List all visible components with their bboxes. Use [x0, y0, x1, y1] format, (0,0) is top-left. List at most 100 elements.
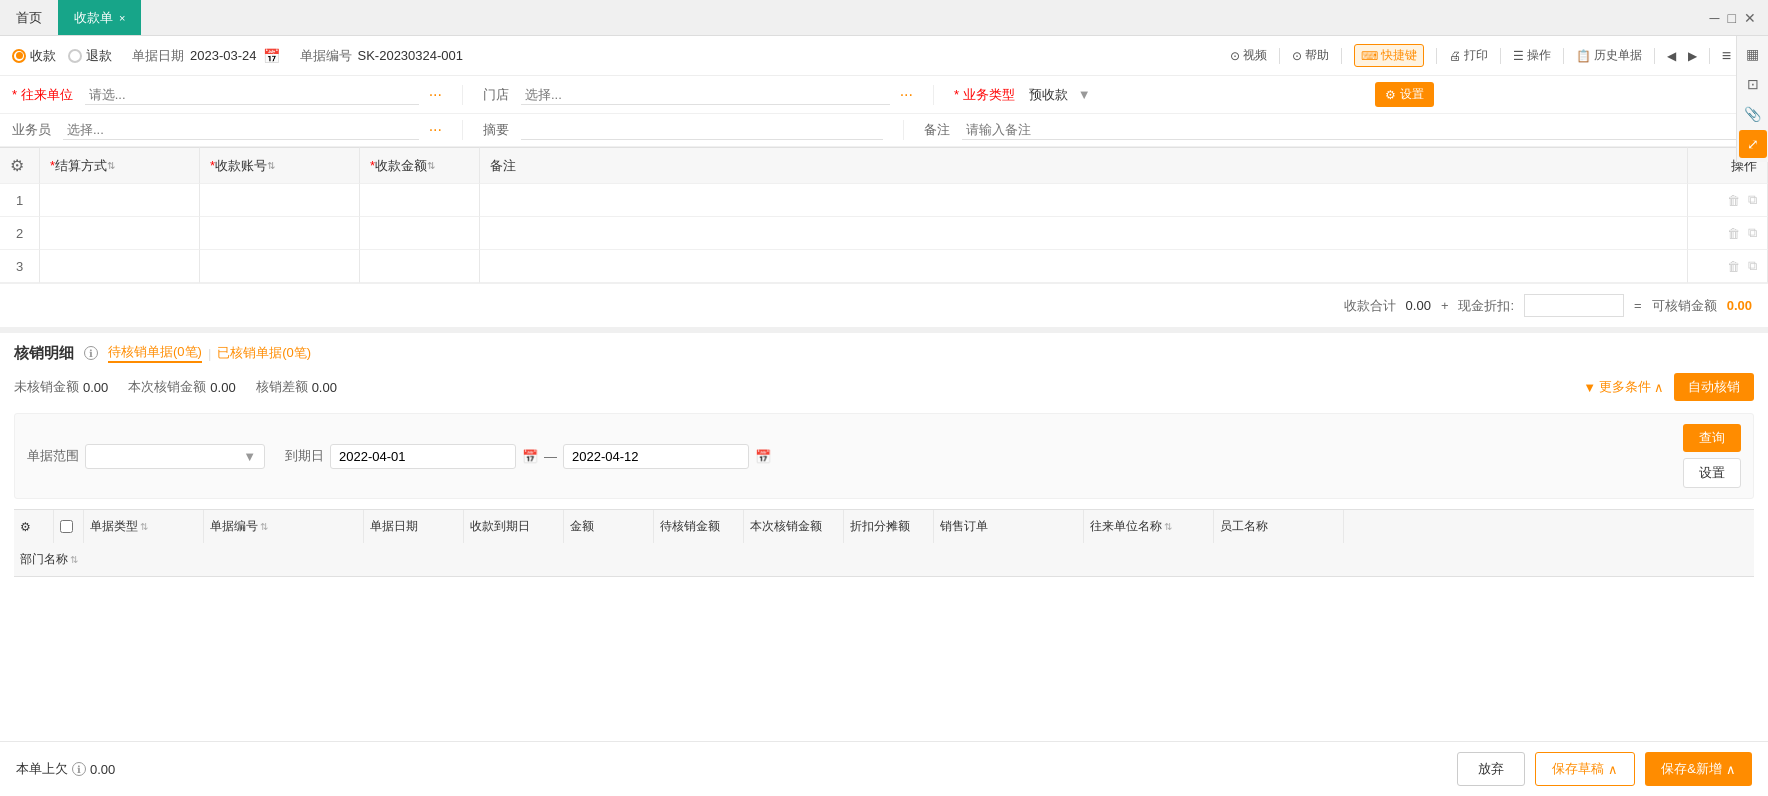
- nav-prev-icon[interactable]: ◀: [1667, 49, 1676, 63]
- row1-delete-icon[interactable]: 🗑: [1727, 193, 1740, 208]
- hexiao-tab-done[interactable]: 已核销单据(0笔): [217, 344, 311, 362]
- filter-chevron: ∧: [1654, 380, 1664, 395]
- query-button[interactable]: 查询: [1683, 424, 1741, 452]
- abandon-button[interactable]: 放弃: [1457, 752, 1525, 786]
- hexiao-tab-pending[interactable]: 待核销单据(0笔): [108, 343, 202, 363]
- store-more-icon[interactable]: ···: [900, 86, 913, 104]
- action-video-label: 视频: [1243, 47, 1267, 64]
- bill-no-field: 单据编号 SK-20230324-001: [300, 47, 464, 65]
- due-date-label: 到期日: [285, 447, 324, 465]
- row1-num: 1: [0, 184, 40, 217]
- store-input[interactable]: [521, 85, 890, 105]
- bth-bill-type: 单据类型 ⇅: [84, 510, 204, 543]
- salesperson-label: 业务员: [12, 121, 51, 139]
- more-filter-btn[interactable]: ▼ 更多条件 ∧: [1583, 378, 1664, 396]
- th-note-label: 备注: [490, 157, 516, 175]
- row2-settle[interactable]: [40, 217, 200, 250]
- discount-input[interactable]: [1524, 294, 1624, 317]
- salesperson-input[interactable]: [63, 120, 419, 140]
- date-to-input[interactable]: [563, 444, 749, 469]
- row1-copy-icon[interactable]: ⧉: [1748, 192, 1757, 208]
- save-new-button[interactable]: 保存&新增 ∧: [1645, 752, 1752, 786]
- summary-input[interactable]: [521, 120, 883, 140]
- action-print[interactable]: 🖨 打印: [1449, 47, 1488, 64]
- radio-refund[interactable]: 退款: [68, 47, 112, 65]
- row3-account[interactable]: [200, 250, 360, 283]
- auto-hexiao-btn[interactable]: 自动核销: [1674, 373, 1754, 401]
- action-operation[interactable]: ☰ 操作: [1513, 47, 1551, 64]
- date-cal-from[interactable]: 📅: [522, 449, 538, 464]
- maximize-icon[interactable]: □: [1728, 10, 1736, 26]
- sidebar-attach-icon[interactable]: 📎: [1739, 100, 1767, 128]
- row3-note[interactable]: [480, 250, 1688, 283]
- select-all-checkbox[interactable]: [60, 520, 73, 533]
- row2-delete-icon[interactable]: 🗑: [1727, 226, 1740, 241]
- sort-bill-no[interactable]: ⇅: [260, 521, 268, 532]
- row2-amount[interactable]: [360, 217, 480, 250]
- row1-note[interactable]: [480, 184, 1688, 217]
- sort-settle-icon[interactable]: ⇅: [107, 160, 115, 171]
- row1-action: 🗑 ⧉: [1688, 184, 1768, 217]
- save-draft-button[interactable]: 保存草稿 ∧: [1535, 752, 1635, 786]
- bth-checkbox[interactable]: [54, 510, 84, 543]
- filter-setting-button[interactable]: 设置: [1683, 458, 1741, 488]
- setting-button[interactable]: ⚙ 设置: [1375, 82, 1434, 107]
- bth-employee-label: 员工名称: [1220, 518, 1268, 535]
- tab-close-icon[interactable]: ×: [119, 12, 125, 24]
- range-select[interactable]: ▼: [85, 444, 265, 469]
- note-label: 备注: [924, 121, 950, 139]
- row2-note[interactable]: [480, 217, 1688, 250]
- row1-amount[interactable]: [360, 184, 480, 217]
- action-history[interactable]: 📋 历史单据: [1576, 47, 1642, 64]
- close-icon[interactable]: ✕: [1744, 10, 1756, 26]
- sidebar-contact-icon[interactable]: ⊡: [1739, 70, 1767, 98]
- nav-next-icon[interactable]: ▶: [1688, 49, 1697, 63]
- tab-receipt[interactable]: 收款单 ×: [58, 0, 141, 35]
- sort-dept[interactable]: ⇅: [70, 554, 78, 565]
- sidebar-expand-icon[interactable]: ⤢: [1739, 130, 1767, 158]
- action-video[interactable]: ⊙ 视频: [1230, 47, 1267, 64]
- minimize-icon[interactable]: ─: [1710, 10, 1720, 26]
- list-view-icon[interactable]: ≡: [1722, 47, 1731, 65]
- bth-pending: 待核销金额: [654, 510, 744, 543]
- divider-3: [1436, 48, 1437, 64]
- row3-copy-icon[interactable]: ⧉: [1748, 258, 1757, 274]
- date-from-input[interactable]: [330, 444, 516, 469]
- bill-date-calendar-icon[interactable]: 📅: [263, 48, 280, 64]
- auto-hexiao-label: 自动核销: [1688, 379, 1740, 394]
- bth-current-label: 本次核销金额: [750, 518, 822, 535]
- note-input[interactable]: [962, 120, 1756, 140]
- row1-account[interactable]: [200, 184, 360, 217]
- current-value: 0.00: [210, 380, 235, 395]
- counter-party-more-icon[interactable]: ···: [429, 86, 442, 104]
- row3-delete-icon[interactable]: 🗑: [1727, 259, 1740, 274]
- running-total-info-icon[interactable]: ℹ: [72, 762, 86, 776]
- row3-amount[interactable]: [360, 250, 480, 283]
- form-row-1: * 往来单位 ··· 门店 ··· * 业务类型 预收款 ▼ ⚙ 设置: [0, 76, 1768, 114]
- counter-party-input[interactable]: [85, 85, 419, 105]
- store-label: 门店: [483, 86, 509, 104]
- sort-account-icon[interactable]: ⇅: [267, 160, 275, 171]
- sort-bill-type[interactable]: ⇅: [140, 521, 148, 532]
- tab-home[interactable]: 首页: [0, 0, 58, 35]
- plus-sign: +: [1441, 298, 1449, 313]
- range-select-arrow: ▼: [243, 449, 256, 464]
- business-type-arrow[interactable]: ▼: [1078, 87, 1091, 102]
- salesperson-more-icon[interactable]: ···: [429, 121, 442, 139]
- row1-settle[interactable]: [40, 184, 200, 217]
- radio-receipt[interactable]: 收款: [12, 47, 56, 65]
- action-help[interactable]: ⊙ 帮助: [1292, 47, 1329, 64]
- sidebar-table-icon[interactable]: ▦: [1739, 40, 1767, 68]
- row2-account[interactable]: [200, 217, 360, 250]
- row2-copy-icon[interactable]: ⧉: [1748, 225, 1757, 241]
- row3-settle[interactable]: [40, 250, 200, 283]
- sort-amount-icon[interactable]: ⇅: [427, 160, 435, 171]
- sort-counter-party[interactable]: ⇅: [1164, 521, 1172, 532]
- th-settings[interactable]: ⚙: [0, 147, 40, 184]
- data-table-section: ⚙ * 结算方式 ⇅ * 收款账号 ⇅ * 收款金额 ⇅: [0, 147, 1768, 283]
- table-row-1: 1 🗑 ⧉: [0, 184, 1768, 217]
- date-cal-to[interactable]: 📅: [755, 449, 771, 464]
- bth-settings[interactable]: ⚙: [14, 510, 54, 543]
- hexiao-info-icon[interactable]: ℹ: [84, 346, 98, 360]
- action-shortcut[interactable]: ⌨ 快捷键: [1354, 44, 1424, 67]
